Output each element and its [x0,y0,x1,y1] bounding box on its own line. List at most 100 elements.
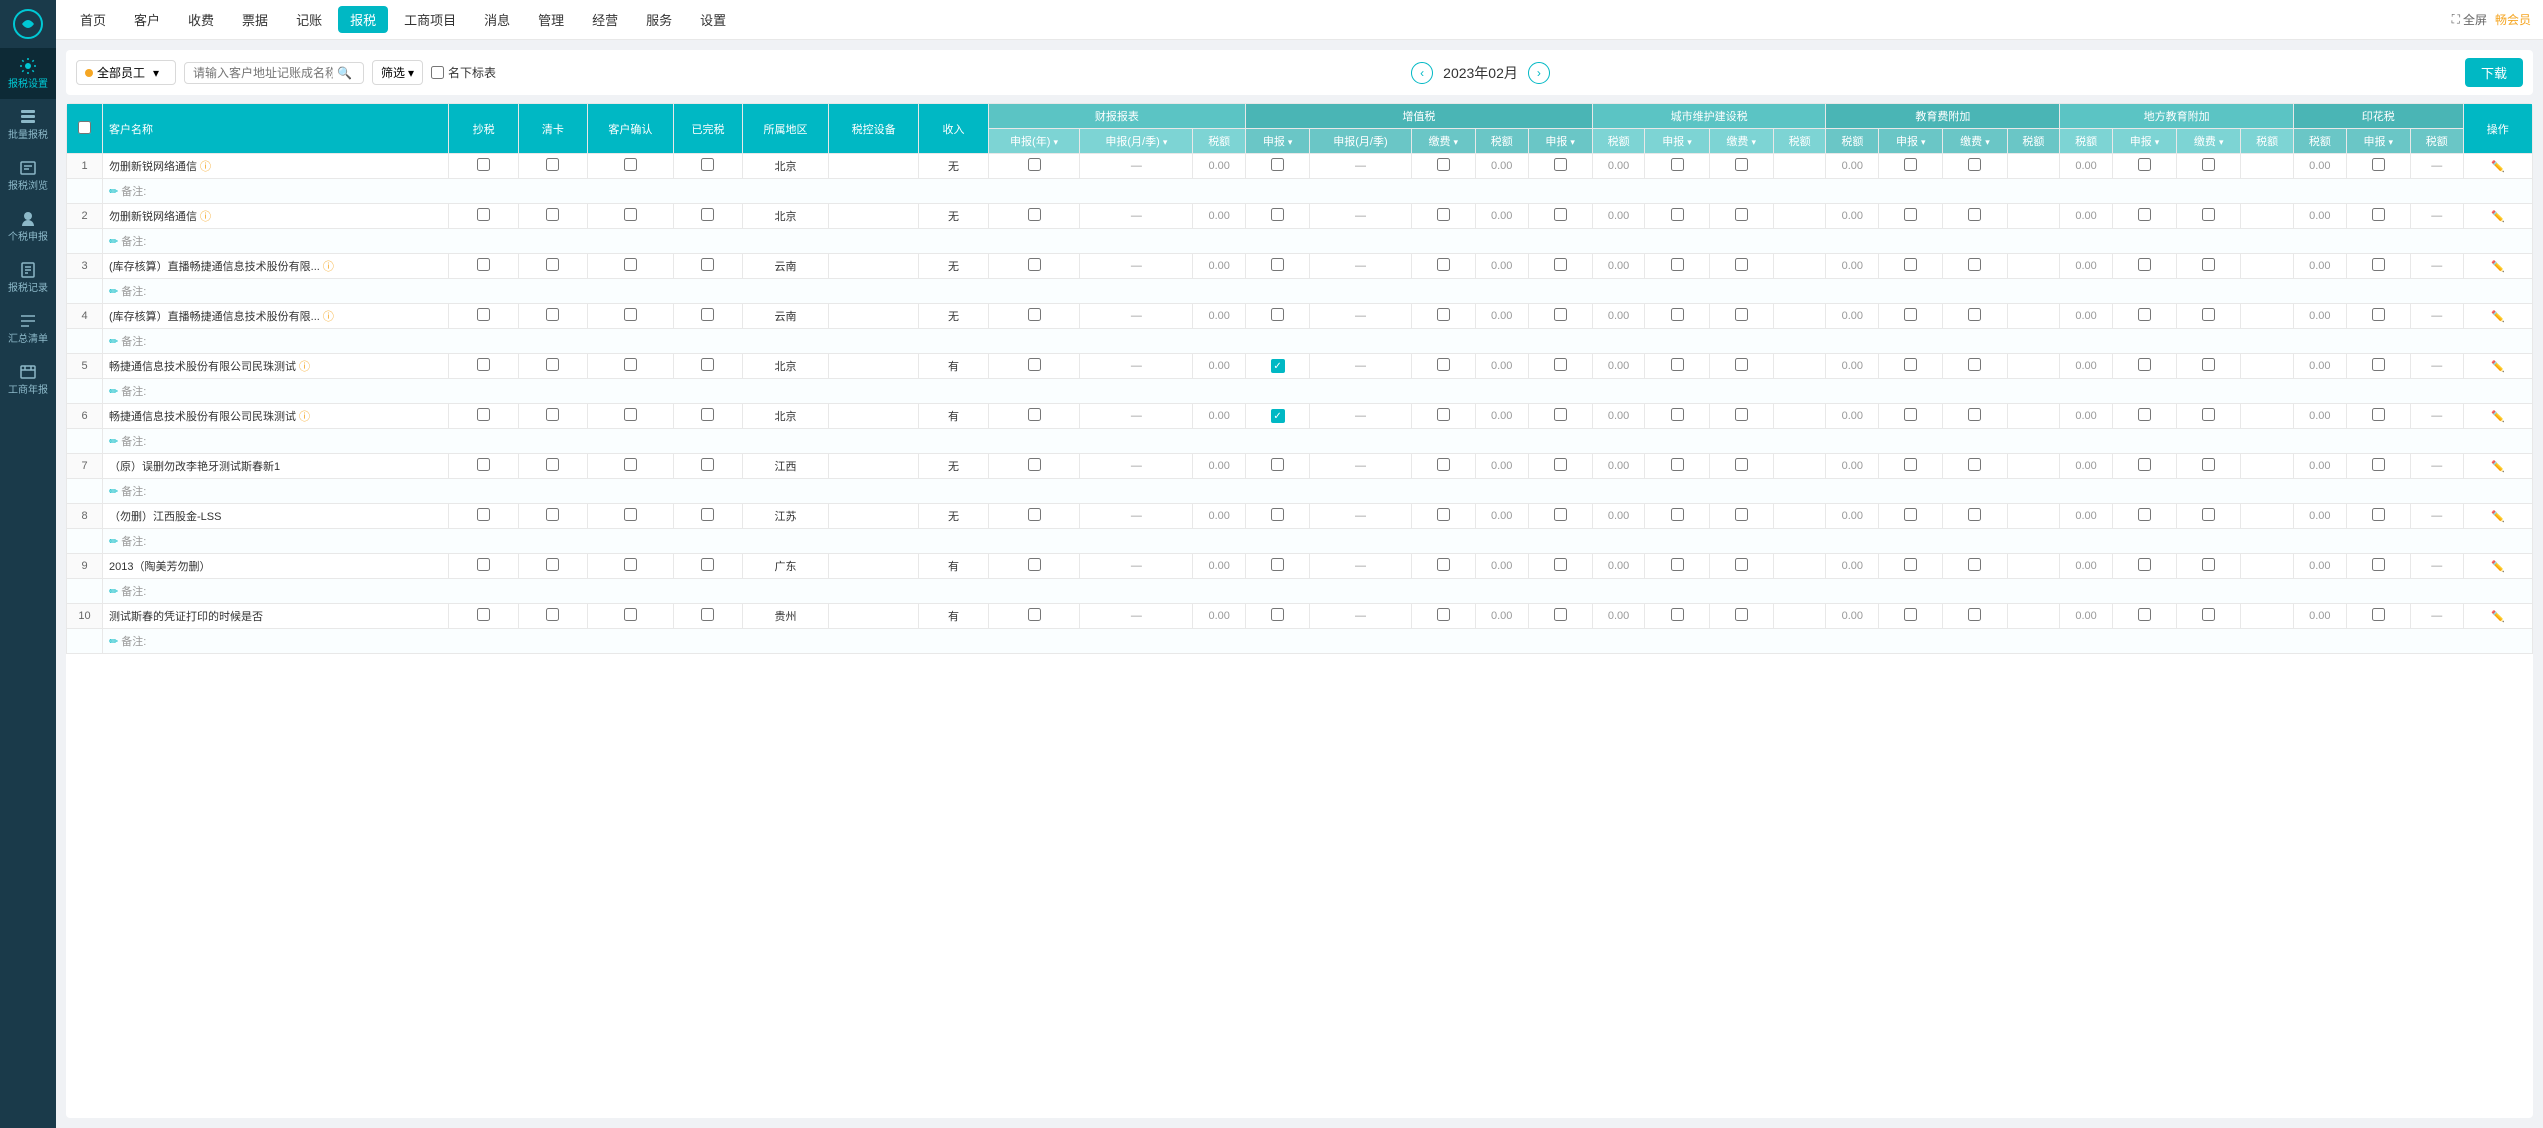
checkbox[interactable] [1028,308,1041,321]
checkbox[interactable] [1554,508,1567,521]
checkbox[interactable] [624,158,637,171]
checkbox[interactable] [477,608,490,621]
next-month-button[interactable]: › [1528,62,1550,84]
checkbox[interactable] [2138,558,2151,571]
jiaoyu-shenb[interactable] [1879,154,1943,179]
yinhua-shenb[interactable] [2346,554,2410,579]
checkbox[interactable] [1671,608,1684,621]
chaoshui-cell[interactable] [449,404,518,429]
checkbox[interactable] [1437,308,1450,321]
yiwanshui-cell[interactable] [673,254,742,279]
checkbox[interactable] [1904,508,1917,521]
checkbox[interactable] [477,558,490,571]
chengshi-jiaofei[interactable] [1709,254,1773,279]
sidebar-item-gongshangnianb[interactable]: 工商年报 [0,354,56,405]
zengjie-jiaofei[interactable] [1411,554,1475,579]
chaoshui-cell[interactable] [449,254,518,279]
checkbox[interactable] [1271,208,1284,221]
checkbox[interactable] [1437,458,1450,471]
checkbox[interactable] [546,158,559,171]
checkbox[interactable] [546,558,559,571]
difang-jiaofei[interactable] [2177,304,2241,329]
jiaoyu-shenb[interactable] [1879,254,1943,279]
checkbox[interactable] [477,408,490,421]
zengjie-shenb3[interactable] [1528,404,1592,429]
sidebar-item-geshuishenb[interactable]: 个税申报 [0,201,56,252]
chaoshui-cell[interactable] [449,354,518,379]
checkbox[interactable] [546,458,559,471]
jiaoyu-jiaofei[interactable] [1943,404,2007,429]
checkbox[interactable] [1735,558,1748,571]
checkbox[interactable] [1437,358,1450,371]
difang-shenb[interactable] [2112,554,2176,579]
jiaoyu-jiaofei[interactable] [1943,254,2007,279]
search-input[interactable] [193,66,333,80]
chaoshui-cell[interactable] [449,304,518,329]
chengshi-shenb[interactable] [1645,554,1709,579]
difang-shenb[interactable] [2112,354,2176,379]
caiwu-year[interactable] [988,404,1080,429]
checkbox[interactable] [1271,458,1284,471]
kehu-confirm-cell[interactable] [588,454,674,479]
kehu-confirm-cell[interactable] [588,504,674,529]
checkbox[interactable] [1554,608,1567,621]
checkbox[interactable] [701,608,714,621]
checkbox[interactable] [477,508,490,521]
checkbox[interactable] [1271,558,1284,571]
checkbox[interactable] [1271,308,1284,321]
checkbox[interactable] [2202,258,2215,271]
difang-jiaofei[interactable] [2177,354,2241,379]
sidebar-item-baoshuishezhi[interactable]: 报税设置 [0,48,56,99]
checkbox[interactable] [624,408,637,421]
checkbox[interactable] [477,458,490,471]
main-table-container[interactable]: 客户名称 抄税 清卡 客户确认 已完税 所属地区 税控设备 收入 财报报表 增值… [66,103,2533,1118]
yiwanshui-cell[interactable] [673,304,742,329]
chengshi-jiaofei[interactable] [1709,404,1773,429]
chaoshui-cell[interactable] [449,454,518,479]
checkbox[interactable] [1271,158,1284,171]
caiwu-year[interactable] [988,554,1080,579]
yinhua-shenb[interactable] [2346,254,2410,279]
zengjie-jiaofei[interactable] [1411,354,1475,379]
checkbox[interactable] [1028,558,1041,571]
checkbox[interactable] [1271,258,1284,271]
checkbox[interactable] [1437,558,1450,571]
checkbox[interactable] [1904,408,1917,421]
checkbox[interactable] [1437,208,1450,221]
operate-cell[interactable]: ✏️ [2463,604,2532,629]
checkbox[interactable] [2138,208,2151,221]
zengjie-jiaofei[interactable] [1411,604,1475,629]
checkbox[interactable] [1271,608,1284,621]
checkbox[interactable] [2202,358,2215,371]
sidebar-item-huizongqingdan[interactable]: 汇总清单 [0,303,56,354]
nav-gongshang[interactable]: 工商项目 [392,6,468,33]
chengshi-jiaofei[interactable] [1709,354,1773,379]
difang-shenb[interactable] [2112,604,2176,629]
yinhua-shenb[interactable] [2346,304,2410,329]
edit-icon[interactable]: ✏️ [2491,461,2505,473]
checkbox[interactable] [624,608,637,621]
checkbox[interactable] [1437,258,1450,271]
kehu-confirm-cell[interactable] [588,254,674,279]
checkbox[interactable] [1671,558,1684,571]
edit-icon[interactable]: ✏️ [2491,561,2505,573]
checkbox[interactable] [477,158,490,171]
difang-shenb[interactable] [2112,154,2176,179]
jiaoyu-shenb[interactable] [1879,504,1943,529]
checkbox[interactable] [1437,608,1450,621]
checkbox[interactable] [2202,408,2215,421]
checkbox[interactable] [1968,208,1981,221]
jiaoyu-shenb[interactable] [1879,354,1943,379]
zengjie-jiaofei[interactable] [1411,504,1475,529]
chengshi-jiaofei[interactable] [1709,604,1773,629]
select-all-checkbox[interactable] [78,121,91,134]
zengjie-jiaofei[interactable] [1411,154,1475,179]
checkbox[interactable] [624,458,637,471]
jiaoyu-jiaofei[interactable] [1943,504,2007,529]
difang-jiaofei[interactable] [2177,204,2241,229]
vip-button[interactable]: 畅会员 [2495,11,2531,28]
zengjie-jiaofei[interactable] [1411,254,1475,279]
checkbox[interactable] [2138,358,2151,371]
info-icon[interactable]: ⓘ [323,311,334,323]
nav-jizhang[interactable]: 记账 [284,6,334,33]
